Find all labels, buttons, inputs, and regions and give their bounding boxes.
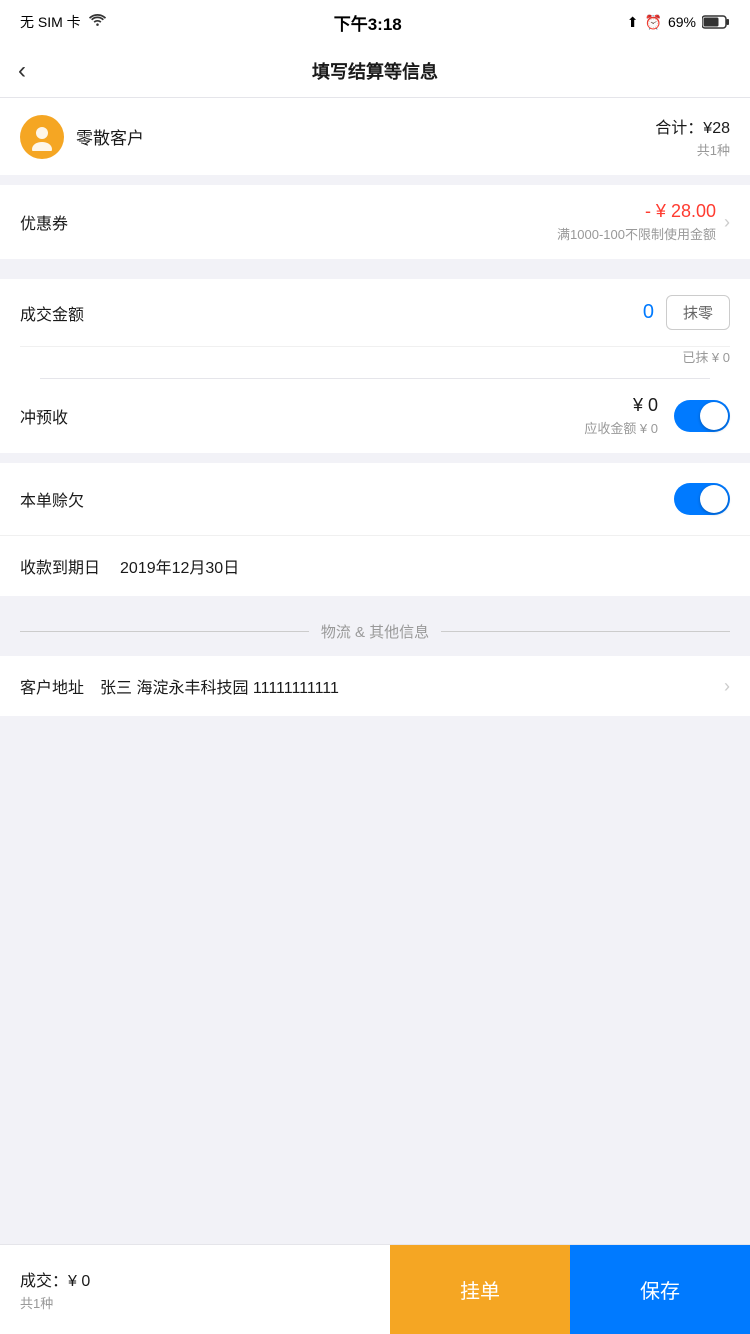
round-button[interactable]: 抹零: [666, 295, 730, 330]
pending-button[interactable]: 挂单: [390, 1245, 570, 1334]
coupon-amount: - ¥ 28.00: [557, 201, 716, 222]
prepay-amount-block: ¥ 0 应收金额 ¥ 0: [584, 395, 658, 437]
prepay-toggle[interactable]: [674, 400, 730, 432]
back-button[interactable]: ‹: [18, 57, 26, 85]
address-chevron: ›: [724, 676, 730, 697]
coupon-chevron: ›: [724, 212, 730, 233]
location-icon: ⬆: [627, 14, 639, 31]
save-button[interactable]: 保存: [570, 1245, 750, 1334]
debit-card: 本单赊欠 收款到期日 2019年12月30日: [0, 463, 750, 596]
coupon-desc: 满1000-100不限制使用金额: [557, 224, 716, 243]
address-value: 张三 海淀永丰科技园 11111111111: [100, 674, 724, 698]
customer-right: 合计：¥28 共1种: [655, 114, 730, 159]
wifi-icon: [89, 14, 109, 31]
due-row: 收款到期日 2019年12月30日: [0, 535, 750, 596]
debit-label: 本单赊欠: [20, 487, 84, 511]
prepay-label: 冲预收: [20, 404, 68, 428]
status-left: 无 SIM 卡: [20, 12, 109, 32]
customer-name: 零散客户: [76, 124, 144, 149]
amount-section: 成交金额 0 抹零 已抹 ¥ 0 冲预收 ¥ 0 应收金额 ¥ 0: [0, 279, 750, 453]
status-right: ⬆ ⏰ 69%: [627, 14, 730, 31]
address-row: 客户地址 张三 海淀永丰科技园 11111111111 ›: [0, 656, 750, 716]
bottom-count: 共1种: [20, 1293, 370, 1312]
transaction-right: 0 抹零: [643, 295, 730, 330]
customer-left: 零散客户: [20, 115, 144, 159]
avatar: [20, 115, 64, 159]
prepay-right: ¥ 0 应收金额 ¥ 0: [584, 395, 730, 437]
alarm-icon: ⏰: [645, 14, 662, 31]
transaction-label: 成交金额: [20, 301, 84, 325]
address-card[interactable]: 客户地址 张三 海淀永丰科技园 11111111111 ›: [0, 656, 750, 716]
nav-bar: ‹ 填写结算等信息: [0, 44, 750, 98]
debit-row: 本单赊欠: [0, 463, 750, 535]
battery-icon: [702, 15, 730, 29]
deal-amount: ¥ 0: [68, 1273, 90, 1290]
divider-line-right: [441, 631, 730, 632]
logistics-section: 物流 & 其他信息: [0, 606, 750, 656]
coupon-card[interactable]: 优惠券 - ¥ 28.00 满1000-100不限制使用金额 ›: [0, 185, 750, 259]
customer-card: 零散客户 合计：¥28 共1种: [0, 98, 750, 175]
prepay-amount: ¥ 0: [584, 395, 658, 416]
customer-row: 零散客户 合计：¥28 共1种: [0, 98, 750, 175]
address-label: 客户地址: [20, 674, 84, 698]
total-price: 合计：¥28: [655, 114, 730, 138]
prepay-row: 冲预收 ¥ 0 应收金额 ¥ 0: [20, 379, 730, 453]
section-gap-2: [0, 453, 750, 463]
content: 零散客户 合计：¥28 共1种 优惠券 - ¥ 28.00 满1000-100不…: [0, 98, 750, 816]
toggle-knob: [700, 402, 728, 430]
debit-toggle[interactable]: [674, 483, 730, 515]
status-time: 下午3:18: [334, 10, 402, 35]
bottom-summary: 成交：¥ 0 共1种: [0, 1267, 390, 1312]
logistics-divider: 物流 & 其他信息: [0, 621, 750, 642]
prepay-sub: 应收金额 ¥ 0: [584, 418, 658, 437]
transaction-row: 成交金额 0 抹零: [20, 279, 730, 347]
debit-toggle-knob: [700, 485, 728, 513]
page-title: 填写结算等信息: [312, 58, 438, 84]
transaction-value: 0: [643, 301, 654, 324]
total-count: 共1种: [655, 140, 730, 159]
coupon-label: 优惠券: [20, 210, 68, 234]
bottom-bar: 成交：¥ 0 共1种 挂单 保存: [0, 1244, 750, 1334]
coupon-right-block: - ¥ 28.00 满1000-100不限制使用金额: [557, 201, 716, 243]
due-date: 2019年12月30日: [120, 554, 239, 578]
section-gap-1: [0, 269, 750, 279]
bottom-deal-text: 成交：¥ 0: [20, 1267, 370, 1291]
due-label: 收款到期日: [20, 554, 100, 578]
battery-text: 69%: [668, 14, 696, 30]
status-bar: 无 SIM 卡 下午3:18 ⬆ ⏰ 69%: [0, 0, 750, 44]
divider-line-left: [20, 631, 309, 632]
coupon-right: - ¥ 28.00 满1000-100不限制使用金额 ›: [557, 201, 730, 243]
logistics-label: 物流 & 其他信息: [321, 621, 429, 642]
deal-label: 成交：: [20, 1273, 68, 1290]
transaction-sub: 已抹 ¥ 0: [20, 347, 730, 378]
carrier-text: 无 SIM 卡: [20, 12, 81, 32]
bottom-actions: 挂单 保存: [390, 1245, 750, 1334]
